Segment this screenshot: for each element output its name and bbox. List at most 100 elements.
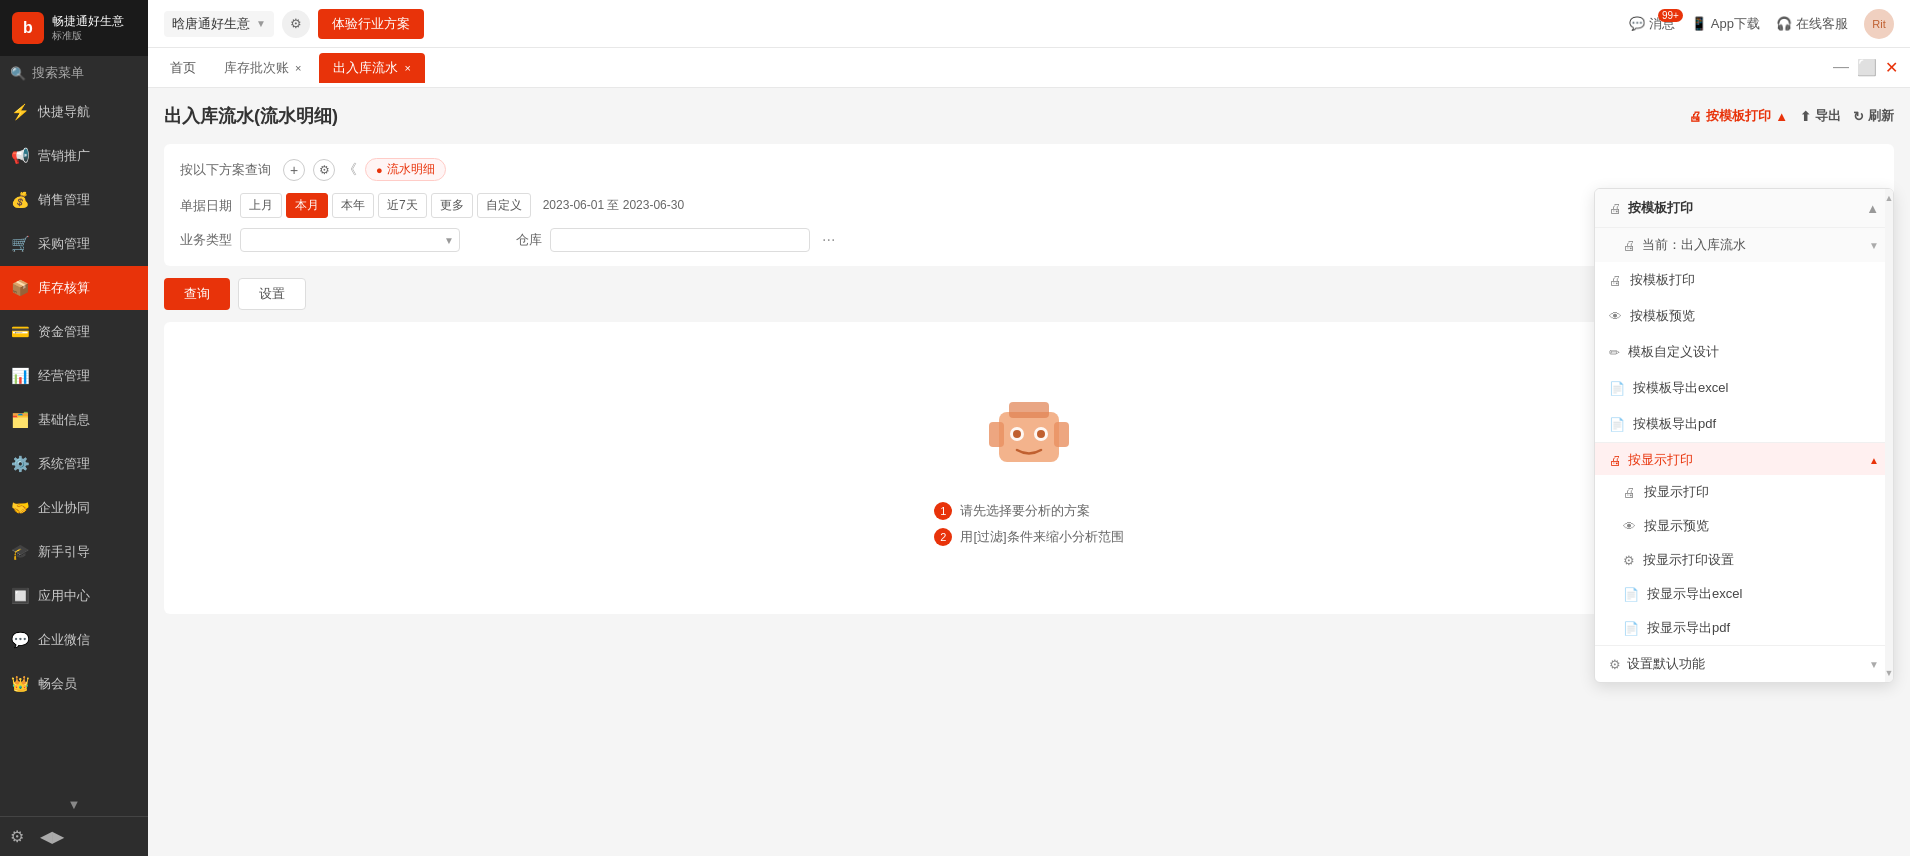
app-download-button[interactable]: 📱 App下载 (1691, 15, 1760, 33)
export-excel-template-item[interactable]: 📄 按模板导出excel (1595, 370, 1893, 406)
custom-template-item[interactable]: ✏ 模板自定义设计 (1595, 334, 1893, 370)
export-pdf-display-icon: 📄 (1623, 621, 1639, 636)
tab-batch-account-close-icon[interactable]: × (295, 62, 301, 74)
sidebar-item-inventory[interactable]: 📦 库存核算 (0, 266, 148, 310)
sidebar-item-appcenter[interactable]: 🔲 应用中心 (0, 574, 148, 618)
sidebar-item-label: 企业微信 (38, 631, 90, 649)
app-download-icon: 📱 (1691, 16, 1707, 31)
warehouse-input[interactable] (550, 228, 810, 252)
tab-flow[interactable]: 出入库流水 × (319, 53, 424, 83)
sidebar-item-member[interactable]: 👑 畅会员 (0, 662, 148, 706)
date-btn-more[interactable]: 更多 (431, 193, 473, 218)
printer-header-icon: 🖨 (1609, 201, 1622, 216)
date-btn-custom[interactable]: 自定义 (477, 193, 531, 218)
sidebar-item-sales[interactable]: 💰 销售管理 (0, 178, 148, 222)
print-current-item[interactable]: 🖨 当前：出入库流水 ▼ (1595, 228, 1893, 262)
sidebar-item-finance[interactable]: 💳 资金管理 (0, 310, 148, 354)
search-icon: 🔍 (10, 66, 26, 81)
filter-collapse-icon[interactable]: 《 (343, 161, 357, 179)
date-btn-7days[interactable]: 近7天 (378, 193, 427, 218)
query-button[interactable]: 查询 (164, 278, 230, 310)
preview-display-icon: 👁 (1623, 519, 1636, 534)
sidebar-search-item[interactable]: 🔍 搜索菜单 (0, 56, 148, 90)
print-settings-display-item[interactable]: ⚙ 按显示打印设置 (1595, 543, 1893, 577)
export-excel-display-item[interactable]: 📄 按显示导出excel (1595, 577, 1893, 611)
minimize-icon[interactable]: — (1833, 58, 1849, 77)
print-dropdown-arrow[interactable]: ▲ (1775, 109, 1788, 124)
date-btn-this-year[interactable]: 本年 (332, 193, 374, 218)
user-area[interactable]: 晗唐通好生意 ▼ (164, 11, 274, 37)
close-window-icon[interactable]: ✕ (1885, 58, 1898, 77)
export-pdf-template-icon: 📄 (1609, 417, 1625, 432)
date-btn-last-month[interactable]: 上月 (240, 193, 282, 218)
sidebar-item-wechat[interactable]: 💬 企业微信 (0, 618, 148, 662)
sidebar-item-marketing[interactable]: 📢 营销推广 (0, 134, 148, 178)
settings-bottom-icon[interactable]: ⚙ (10, 827, 24, 846)
preview-display-item[interactable]: 👁 按显示预览 (1595, 509, 1893, 543)
empty-svg (979, 382, 1079, 482)
display-section-content: 🖨 按显示打印 (1609, 451, 1693, 469)
settings-button[interactable]: 设置 (238, 278, 306, 310)
refresh-icon: ↻ (1853, 109, 1864, 124)
print-display-item[interactable]: 🖨 按显示打印 (1595, 475, 1893, 509)
sidebar-item-quick-nav[interactable]: ⚡ 快捷导航 (0, 90, 148, 134)
current-printer-icon: 🖨 (1623, 238, 1636, 253)
online-service-button[interactable]: 🎧 在线客服 (1776, 15, 1848, 33)
preview-template-item-label: 按模板预览 (1630, 307, 1695, 325)
topbar-settings-button[interactable]: ⚙ (282, 10, 310, 38)
tab-flow-close-icon[interactable]: × (404, 62, 410, 74)
sidebar-item-collab[interactable]: 🤝 企业协同 (0, 486, 148, 530)
export-excel-template-icon: 📄 (1609, 381, 1625, 396)
tab-batch-account[interactable]: 库存批次账 × (210, 53, 315, 83)
industry-solution-button[interactable]: 体验行业方案 (318, 9, 424, 39)
refresh-button[interactable]: ↻ 刷新 (1853, 107, 1894, 125)
app-logo-icon: b (12, 12, 44, 44)
preview-template-item[interactable]: 👁 按模板预览 (1595, 298, 1893, 334)
sidebar-item-guide[interactable]: 🎓 新手引导 (0, 530, 148, 574)
panel-scroll-up-icon[interactable]: ▲ (1885, 193, 1894, 203)
sidebar-item-label: 采购管理 (38, 235, 90, 253)
print-template-item[interactable]: 🖨 按模板打印 (1595, 262, 1893, 298)
export-button[interactable]: ⬆ 导出 (1800, 107, 1841, 125)
empty-step-1: 1 请先选择要分析的方案 (934, 502, 1123, 520)
collab-icon: 🤝 (10, 498, 30, 518)
maximize-icon[interactable]: ⬜ (1857, 58, 1877, 77)
filter-active-tag[interactable]: ● 流水明细 (365, 158, 446, 181)
export-pdf-display-item[interactable]: 📄 按显示导出pdf (1595, 611, 1893, 645)
sidebar-item-label: 基础信息 (38, 411, 90, 429)
export-pdf-template-item[interactable]: 📄 按模板导出pdf (1595, 406, 1893, 442)
dropdown-close-arrow[interactable]: ▲ (1866, 201, 1879, 216)
display-section-header[interactable]: 🖨 按显示打印 ▲ (1595, 443, 1893, 475)
current-arrow-icon: ▼ (1869, 240, 1879, 251)
system-icon: ⚙️ (10, 454, 30, 474)
sidebar-item-purchase[interactable]: 🛒 采购管理 (0, 222, 148, 266)
sidebar-item-system[interactable]: ⚙️ 系统管理 (0, 442, 148, 486)
print-template-button[interactable]: 🖨 按模板打印 ▲ (1689, 107, 1788, 125)
set-default-icon: ⚙ (1609, 657, 1621, 672)
print-display-icon: 🖨 (1623, 485, 1636, 500)
sidebar-item-operations[interactable]: 📊 经营管理 (0, 354, 148, 398)
app-title-area: 畅捷通好生意 标准版 (52, 13, 124, 44)
filter-label: 按以下方案查询 (180, 161, 271, 179)
sidebar-item-label: 快捷导航 (38, 103, 90, 121)
print-dropdown-header-content: 🖨 按模板打印 (1609, 199, 1693, 217)
business-type-select[interactable] (240, 228, 460, 252)
sidebar-scroll-down[interactable]: ▼ (0, 793, 148, 816)
filter-add-button[interactable]: + (283, 159, 305, 181)
warehouse-more-icon[interactable]: ··· (822, 231, 835, 249)
tab-home[interactable]: 首页 (160, 53, 206, 83)
tag-circle-icon: ● (376, 164, 383, 176)
warehouse-filter-field: 仓库 ··· (516, 228, 835, 252)
date-btn-this-month[interactable]: 本月 (286, 193, 328, 218)
filter-settings-icon[interactable]: ⚙ (313, 159, 335, 181)
collapse-sidebar-icon[interactable]: ◀▶ (40, 827, 64, 846)
sidebar-item-basics[interactable]: 🗂️ 基础信息 (0, 398, 148, 442)
message-badge: 99+ (1658, 9, 1683, 22)
user-avatar[interactable]: Rit (1864, 9, 1894, 39)
set-default-button[interactable]: ⚙ 设置默认功能 ▼ (1595, 645, 1893, 682)
message-button[interactable]: 💬 消息 99+ (1629, 15, 1675, 33)
panel-scroll-down-icon[interactable]: ▼ (1885, 668, 1894, 678)
date-filter-field: 单据日期 上月 本月 本年 近7天 更多 自定义 2023-06-01 至 20… (180, 193, 684, 218)
set-default-arrow-icon: ▼ (1869, 659, 1879, 670)
sidebar: b 畅捷通好生意 标准版 🔍 搜索菜单 ⚡ 快捷导航 📢 营销推广 💰 销售管理… (0, 0, 148, 856)
